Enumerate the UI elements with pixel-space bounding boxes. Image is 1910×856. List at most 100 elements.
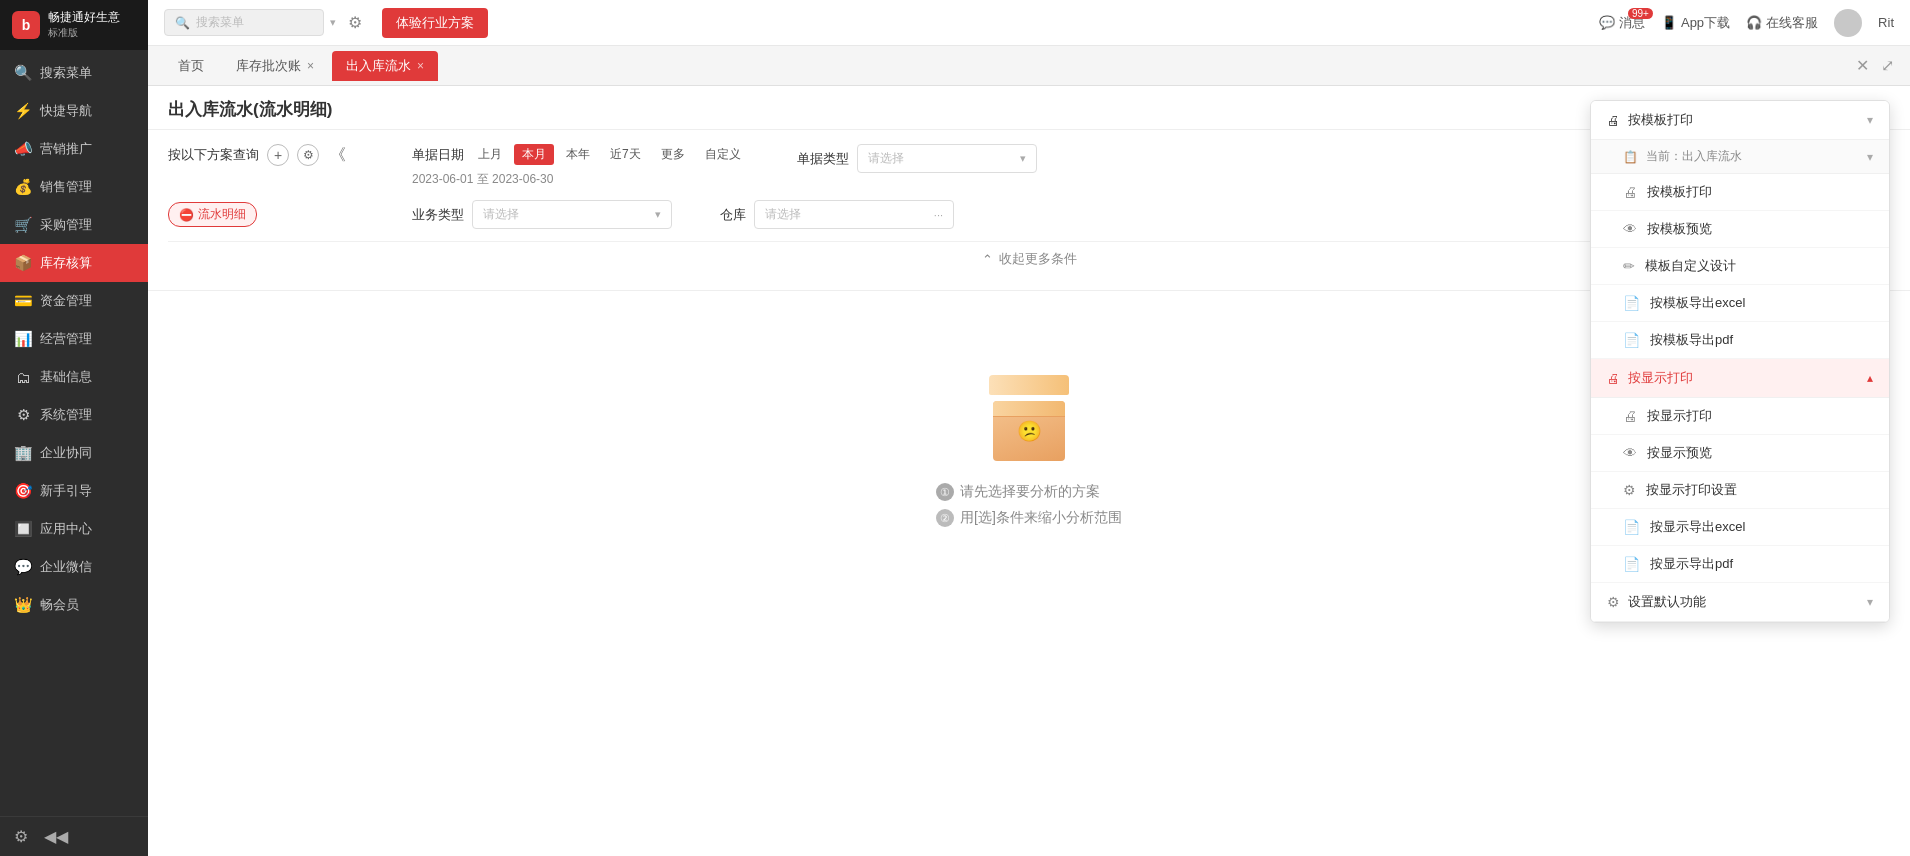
template-export-excel-icon: 📄 xyxy=(1623,295,1640,311)
date-tab-thismonth[interactable]: 本月 xyxy=(514,144,554,165)
date-range-display: 2023-06-01 至 2023-06-30 xyxy=(412,171,749,188)
date-tabs: 上月 本月 本年 近7天 更多 自定义 xyxy=(470,144,749,165)
display-print-icon: 🖨 xyxy=(1623,408,1637,424)
display-section-chevron-icon: ▴ xyxy=(1867,371,1873,385)
phone-icon: 📱 xyxy=(1661,15,1677,30)
online-service-btn[interactable]: 🎧 在线客服 xyxy=(1746,14,1818,32)
filter-chip[interactable]: ⛔ 流水明细 xyxy=(168,202,257,227)
sidebar-item-marketing[interactable]: 📣 营销推广 xyxy=(0,130,148,168)
template-export-pdf-item[interactable]: 📄 按模板导出pdf xyxy=(1591,322,1889,359)
sidebar-item-guide[interactable]: 🎯 新手引导 xyxy=(0,472,148,510)
type-select[interactable]: 请选择 ▾ xyxy=(857,144,1037,173)
sidebar-item-wechat[interactable]: 💬 企业微信 xyxy=(0,548,148,586)
template-export-excel-item[interactable]: 📄 按模板导出excel xyxy=(1591,285,1889,322)
date-tab-custom[interactable]: 自定义 xyxy=(697,144,749,165)
tabbar: 首页 库存批次账 × 出入库流水 × ✕ ⤢ xyxy=(148,46,1910,86)
tab-close-all-icon[interactable]: ✕ xyxy=(1856,56,1869,75)
app-logo: b 畅捷通好生意 标准版 xyxy=(0,0,148,50)
display-print-section-title: 🖨 按显示打印 xyxy=(1607,369,1693,387)
template-print-section-title: 🖨 按模板打印 xyxy=(1607,111,1693,129)
template-print-item-icon: 🖨 xyxy=(1623,184,1637,200)
empty-illustration: 😕 xyxy=(979,371,1079,471)
avatar[interactable] xyxy=(1834,9,1862,37)
template-preview-item-icon: 👁 xyxy=(1623,221,1637,237)
sidebar-item-inventory[interactable]: 📦 库存核算 xyxy=(0,244,148,282)
logo-text: 畅捷通好生意 标准版 xyxy=(48,10,120,40)
print-dropdown-panel: 🖨 按模板打印 ▾ 📋 当前：出入库流水 ▾ 🖨 按模板打印 👁 按模板预览 ✏… xyxy=(1590,100,1890,623)
sidebar-item-system[interactable]: ⚙ 系统管理 xyxy=(0,396,148,434)
tab-home[interactable]: 首页 xyxy=(164,51,218,81)
topbar-gear-icon[interactable]: ⚙ xyxy=(348,13,362,32)
crown-icon: 👑 xyxy=(14,596,32,614)
set-default-section-header[interactable]: ⚙ 设置默认功能 ▾ xyxy=(1591,583,1889,622)
message-icon: 💬 xyxy=(1599,15,1615,30)
sidebar-item-sales[interactable]: 💰 销售管理 xyxy=(0,168,148,206)
hint-num-1: ① xyxy=(936,483,954,501)
tab-flow-close-icon[interactable]: × xyxy=(417,59,424,73)
app-download-btn[interactable]: 📱 App下载 xyxy=(1661,14,1730,32)
template-export-pdf-icon: 📄 xyxy=(1623,332,1640,348)
warehouse-select[interactable]: 请选择 ··· xyxy=(754,200,954,229)
username-display: Rit xyxy=(1878,15,1894,30)
sidebar-item-search[interactable]: 🔍 搜索菜单 xyxy=(0,54,148,92)
filter-collapse-btn[interactable]: 《 xyxy=(327,144,349,166)
template-custom-item[interactable]: ✏ 模板自定义设计 xyxy=(1591,248,1889,285)
tab-batch[interactable]: 库存批次账 × xyxy=(222,51,328,81)
display-preview-icon: 👁 xyxy=(1623,445,1637,461)
sidebar-item-purchase[interactable]: 🛒 采购管理 xyxy=(0,206,148,244)
default-section-chevron-icon: ▾ xyxy=(1867,595,1873,609)
date-tab-lastmonth[interactable]: 上月 xyxy=(470,144,510,165)
megaphone-icon: 📣 xyxy=(14,140,32,158)
current-chevron-icon: ▾ xyxy=(1867,150,1873,164)
template-print-section-header[interactable]: 🖨 按模板打印 ▾ xyxy=(1591,101,1889,140)
display-print-item[interactable]: 🖨 按显示打印 xyxy=(1591,398,1889,435)
type-label: 单据类型 xyxy=(797,150,849,168)
display-export-excel-item[interactable]: 📄 按显示导出excel xyxy=(1591,509,1889,546)
chip-icon: ⛔ xyxy=(179,208,194,222)
cart-icon: 🛒 xyxy=(14,216,32,234)
display-print-section-icon: 🖨 xyxy=(1607,371,1620,386)
chat-icon: 💬 xyxy=(14,558,32,576)
headset-icon: 🎧 xyxy=(1746,15,1762,30)
search-chevron-icon[interactable]: ▾ xyxy=(330,16,336,29)
logo-icon: b xyxy=(12,11,40,39)
sidebar-item-basic[interactable]: 🗂 基础信息 xyxy=(0,358,148,396)
filter-add-btn[interactable]: + xyxy=(267,144,289,166)
display-print-section-header[interactable]: 🖨 按显示打印 ▴ xyxy=(1591,359,1889,398)
sidebar-item-member[interactable]: 👑 畅会员 xyxy=(0,586,148,624)
biz-type-select[interactable]: 请选择 ▾ xyxy=(472,200,672,229)
sidebar-item-enterprise[interactable]: 🏢 企业协同 xyxy=(0,434,148,472)
display-preview-item[interactable]: 👁 按显示预览 xyxy=(1591,435,1889,472)
settings-icon[interactable]: ⚙ xyxy=(14,827,28,846)
tab-batch-close-icon[interactable]: × xyxy=(307,59,314,73)
printer-section-icon: 🖨 xyxy=(1607,113,1620,128)
sidebar-item-apps[interactable]: 🔲 应用中心 xyxy=(0,510,148,548)
display-print-settings-item[interactable]: ⚙ 按显示打印设置 xyxy=(1591,472,1889,509)
date-tab-thisyear[interactable]: 本年 xyxy=(558,144,598,165)
template-print-item[interactable]: 🖨 按模板打印 xyxy=(1591,174,1889,211)
sidebar-item-operations[interactable]: 📊 经营管理 xyxy=(0,320,148,358)
chart-icon: 📊 xyxy=(14,330,32,348)
trial-btn[interactable]: 体验行业方案 xyxy=(382,8,488,38)
gear-icon: ⚙ xyxy=(14,406,32,424)
sidebar-item-finance[interactable]: 💳 资金管理 xyxy=(0,282,148,320)
money-icon: 💰 xyxy=(14,178,32,196)
collapse-sidebar-icon[interactable]: ◀◀ xyxy=(44,827,68,846)
topbar-search-wrapper: 🔍 搜索菜单 ▾ xyxy=(164,9,336,36)
date-tab-7days[interactable]: 近7天 xyxy=(602,144,649,165)
message-btn[interactable]: 💬 消息 99+ xyxy=(1599,14,1645,32)
menu-search-input[interactable]: 🔍 搜索菜单 xyxy=(164,9,324,36)
display-export-pdf-item[interactable]: 📄 按显示导出pdf xyxy=(1591,546,1889,583)
tab-expand-icon[interactable]: ⤢ xyxy=(1881,56,1894,75)
display-export-pdf-icon: 📄 xyxy=(1623,556,1640,572)
topbar-right: 💬 消息 99+ 📱 App下载 🎧 在线客服 Rit xyxy=(1599,9,1894,37)
biz-type-label: 业务类型 xyxy=(412,206,464,224)
sidebar-item-shortcut[interactable]: ⚡ 快捷导航 xyxy=(0,92,148,130)
tab-flow[interactable]: 出入库流水 × xyxy=(332,51,438,81)
topbar: 🔍 搜索菜单 ▾ ⚙ 体验行业方案 💬 消息 99+ 📱 App下载 🎧 在线客… xyxy=(148,0,1910,46)
date-tab-more[interactable]: 更多 xyxy=(653,144,693,165)
box-icon: 📦 xyxy=(14,254,32,272)
filter-setting-btn[interactable]: ⚙ xyxy=(297,144,319,166)
target-icon: 🎯 xyxy=(14,482,32,500)
template-preview-item[interactable]: 👁 按模板预览 xyxy=(1591,211,1889,248)
